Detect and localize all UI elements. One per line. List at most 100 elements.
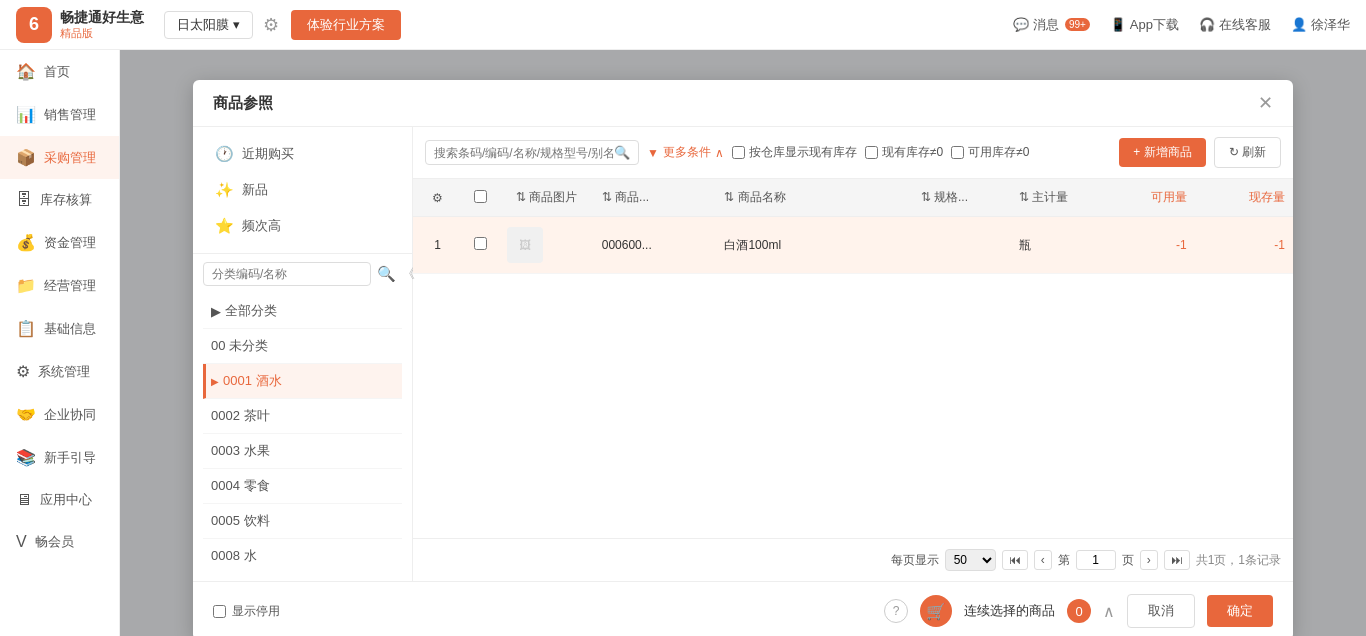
- product-table: ⚙ ⇅ 商品图片: [413, 179, 1293, 274]
- trial-button[interactable]: 体验行业方案: [291, 10, 401, 40]
- mobile-icon: 📱: [1110, 17, 1126, 32]
- enterprise-icon: 🤝: [16, 405, 36, 424]
- nav-right: 💬 消息 99+ 📱 App下载 🎧 在线客服 👤 徐泽华: [1013, 16, 1350, 34]
- message-icon: 💬: [1013, 17, 1029, 32]
- home-icon: 🏠: [16, 62, 36, 81]
- category-00[interactable]: 00 未分类: [203, 329, 402, 364]
- sidebar-item-basic-info[interactable]: 📋 基础信息: [0, 307, 119, 350]
- table-row[interactable]: 1 🖼: [413, 217, 1293, 274]
- tab-frequent[interactable]: ⭐ 频次高: [203, 209, 402, 243]
- cart-count: 0: [1067, 599, 1091, 623]
- add-product-button[interactable]: + 新增商品: [1119, 138, 1205, 167]
- page-input[interactable]: [1076, 550, 1116, 570]
- main-layout: 🏠 首页 📊 销售管理 📦 采购管理 🗄 库存核算 💰 资金管理 📁 经营管理 …: [0, 50, 1366, 636]
- sidebar-item-apps[interactable]: 🖥 应用中心: [0, 479, 119, 521]
- checkbox-nonzero-stock[interactable]: 现有库存≠0: [865, 144, 943, 161]
- settings-icon-small: ⚙: [432, 191, 443, 205]
- sidebar-item-system[interactable]: ⚙ 系统管理: [0, 350, 119, 393]
- row-image: 🖼: [499, 217, 594, 274]
- company-selector[interactable]: 日太阳膜 ▾: [164, 11, 253, 39]
- row-unit: 瓶: [1011, 217, 1097, 274]
- left-tabs: 🕐 近期购买 ✨ 新品 ⭐ 频次高: [193, 137, 412, 253]
- th-code[interactable]: ⇅ 商品...: [594, 179, 717, 217]
- collapse-cart-icon[interactable]: ∧: [1103, 602, 1115, 621]
- product-search-input[interactable]: [434, 146, 614, 160]
- message-badge: 99+: [1065, 18, 1090, 31]
- tab-recent-purchase[interactable]: 🕐 近期购买: [203, 137, 402, 171]
- th-available[interactable]: 可用量: [1097, 179, 1195, 217]
- select-all-checkbox[interactable]: [474, 190, 487, 203]
- th-checkbox[interactable]: [462, 179, 499, 217]
- category-0005[interactable]: 0005 饮料: [203, 504, 402, 539]
- category-0004[interactable]: 0004 零食: [203, 469, 402, 504]
- sidebar-item-purchase[interactable]: 📦 采购管理: [0, 136, 119, 179]
- category-tree: ▶ 全部分类 00 未分类 ▶ 0001 酒水 0002 茶叶 0003 水果 …: [193, 294, 412, 571]
- cancel-button[interactable]: 取消: [1127, 594, 1195, 628]
- user-avatar[interactable]: 👤 徐泽华: [1291, 16, 1350, 34]
- th-spec[interactable]: ⇅ 规格...: [913, 179, 1011, 217]
- category-0003[interactable]: 0003 水果: [203, 434, 402, 469]
- category-search-icon[interactable]: 🔍: [377, 265, 396, 283]
- row-code: 000600...: [594, 217, 717, 274]
- sidebar-item-guide[interactable]: 📚 新手引导: [0, 436, 119, 479]
- first-page-button[interactable]: ⏮: [1002, 550, 1028, 570]
- new-icon: ✨: [215, 181, 234, 199]
- sidebar-item-home[interactable]: 🏠 首页: [0, 50, 119, 93]
- sidebar-item-inventory[interactable]: 🗄 库存核算: [0, 179, 119, 221]
- table-header-row: ⚙ ⇅ 商品图片: [413, 179, 1293, 217]
- total-info: 共1页，1条记录: [1196, 552, 1281, 569]
- page-size-label: 每页显示: [891, 552, 939, 569]
- active-expand-icon: ▶: [211, 376, 219, 387]
- sidebar-item-enterprise[interactable]: 🤝 企业协同: [0, 393, 119, 436]
- category-all[interactable]: ▶ 全部分类: [203, 294, 402, 329]
- show-disabled-checkbox[interactable]: 显示停用: [213, 603, 280, 620]
- modal-close-button[interactable]: ✕: [1258, 92, 1273, 114]
- next-page-button[interactable]: ›: [1140, 550, 1158, 570]
- logo-text: 畅捷通好生意: [60, 8, 144, 26]
- sales-icon: 📊: [16, 105, 36, 124]
- checkbox-warehouse-stock[interactable]: 按仓库显示现有库存: [732, 144, 857, 161]
- more-filter-button[interactable]: ▼ 更多条件 ∧: [647, 144, 724, 161]
- category-0002[interactable]: 0002 茶叶: [203, 399, 402, 434]
- settings-icon[interactable]: ⚙: [263, 14, 279, 36]
- online-service-nav[interactable]: 🎧 在线客服: [1199, 16, 1271, 34]
- headset-icon: 🎧: [1199, 17, 1215, 32]
- page-size-select[interactable]: 10 20 50 100: [945, 549, 996, 571]
- clock-icon: 🕐: [215, 145, 234, 163]
- product-search-icon[interactable]: 🔍: [614, 145, 630, 160]
- last-page-button[interactable]: ⏭: [1164, 550, 1190, 570]
- app-download-nav[interactable]: 📱 App下载: [1110, 16, 1179, 34]
- content-area: 商品参照 ✕ 🕐 近期购买 ✨: [120, 50, 1366, 636]
- th-name[interactable]: ⇅ 商品名称: [716, 179, 912, 217]
- sidebar-item-vip[interactable]: V 畅会员: [0, 521, 119, 563]
- category-search-input[interactable]: [203, 262, 371, 286]
- modal-backdrop: 商品参照 ✕ 🕐 近期购买 ✨: [120, 50, 1366, 636]
- chevron-down-icon: ▾: [233, 17, 240, 32]
- tab-new-products[interactable]: ✨ 新品: [203, 173, 402, 207]
- row-checkbox[interactable]: [462, 217, 499, 274]
- system-icon: ⚙: [16, 362, 30, 381]
- sidebar-item-operations[interactable]: 📁 经营管理: [0, 264, 119, 307]
- right-panel: 🔍 ▼ 更多条件 ∧ 按仓库显示现有库存: [413, 127, 1293, 581]
- help-icon[interactable]: ?: [884, 599, 908, 623]
- modal-header: 商品参照 ✕: [193, 80, 1293, 127]
- th-stock[interactable]: 现存量: [1195, 179, 1293, 217]
- confirm-button[interactable]: 确定: [1207, 595, 1273, 627]
- refresh-button[interactable]: ↻ 刷新: [1214, 137, 1281, 168]
- page-unit: 页: [1122, 552, 1134, 569]
- modal-body: 🕐 近期购买 ✨ 新品 ⭐ 频次高: [193, 127, 1293, 581]
- row-stock: -1: [1195, 217, 1293, 274]
- row-spec: [913, 217, 1011, 274]
- category-search-row: 🔍 《: [193, 253, 412, 294]
- sidebar-item-sales[interactable]: 📊 销售管理: [0, 93, 119, 136]
- sort-unit-icon: ⇅: [1019, 190, 1029, 204]
- messages-nav[interactable]: 💬 消息 99+: [1013, 16, 1090, 34]
- category-0008[interactable]: 0008 水: [203, 539, 402, 571]
- th-unit[interactable]: ⇅ 主计量: [1011, 179, 1097, 217]
- th-image: ⇅ 商品图片: [499, 179, 594, 217]
- category-0001[interactable]: ▶ 0001 酒水: [203, 364, 402, 399]
- th-settings[interactable]: ⚙: [413, 179, 462, 217]
- checkbox-nonzero-available[interactable]: 可用库存≠0: [951, 144, 1029, 161]
- sidebar-item-finance[interactable]: 💰 资金管理: [0, 221, 119, 264]
- prev-page-button[interactable]: ‹: [1034, 550, 1052, 570]
